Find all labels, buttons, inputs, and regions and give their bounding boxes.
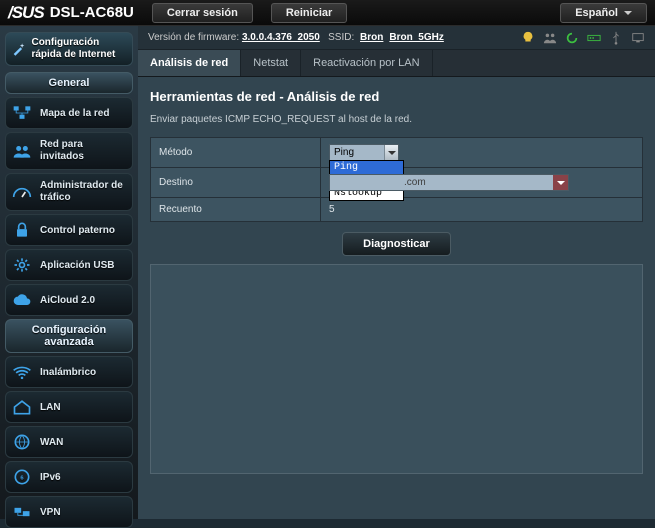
tab-wol[interactable]: Reactivación por LAN bbox=[301, 50, 432, 76]
sidebar-item-aicloud[interactable]: AiCloud 2.0 bbox=[5, 284, 133, 316]
wand-icon bbox=[12, 38, 25, 60]
destination-label: Destino bbox=[151, 168, 321, 198]
language-label: Español bbox=[575, 7, 618, 19]
sidebar-item-ipv6[interactable]: 6 IPv6 bbox=[5, 461, 133, 493]
method-select-value: Ping bbox=[334, 147, 354, 158]
wifi-icon bbox=[12, 363, 32, 381]
ssid-link-5g[interactable]: Bron_5GHz bbox=[389, 32, 443, 43]
section-advanced: Configuración avanzada bbox=[5, 319, 133, 353]
method-select[interactable]: Ping bbox=[329, 144, 399, 161]
chevron-down-icon[interactable] bbox=[553, 175, 568, 190]
people-icon[interactable] bbox=[543, 31, 557, 45]
sidebar-item-traffic[interactable]: Administrador de tráfico bbox=[5, 173, 133, 211]
model-name: DSL-AC68U bbox=[50, 4, 134, 21]
destination-input[interactable]: .com bbox=[329, 174, 569, 191]
section-general: General bbox=[5, 72, 133, 94]
sidebar-item-label: Mapa de la red bbox=[40, 108, 109, 119]
sidebar-item-wireless[interactable]: Inalámbrico bbox=[5, 356, 133, 388]
ssid-label: SSID: bbox=[328, 32, 354, 43]
sidebar-item-lan[interactable]: LAN bbox=[5, 391, 133, 423]
sidebar-item-label: Control paterno bbox=[40, 225, 115, 236]
gauge-icon bbox=[12, 183, 32, 201]
qis-button[interactable]: Configuración rápida de Internet bbox=[5, 32, 133, 66]
fw-version-link[interactable]: 3.0.0.4.376_2050 bbox=[242, 32, 320, 43]
language-selector[interactable]: Español bbox=[560, 3, 647, 23]
destination-placeholder: .com bbox=[404, 177, 426, 188]
sidebar-item-parental[interactable]: Control paterno bbox=[5, 214, 133, 246]
vpn-icon bbox=[12, 503, 32, 521]
bulb-icon[interactable] bbox=[521, 31, 535, 45]
qis-label: Configuración rápida de Internet bbox=[31, 37, 126, 61]
page-description: Enviar paquetes ICMP ECHO_REQUEST al hos… bbox=[150, 114, 643, 125]
ipv6-icon: 6 bbox=[12, 468, 32, 486]
diagnose-button[interactable]: Diagnosticar bbox=[342, 232, 451, 256]
chevron-down-icon bbox=[384, 145, 398, 160]
settings-icon bbox=[12, 256, 32, 274]
sidebar-item-usbapp[interactable]: Aplicación USB bbox=[5, 249, 133, 281]
guest-network-icon bbox=[12, 142, 32, 160]
home-icon bbox=[12, 398, 32, 416]
method-label: Método bbox=[151, 138, 321, 168]
sidebar-item-vpn[interactable]: VPN bbox=[5, 496, 133, 528]
output-box bbox=[150, 264, 643, 474]
lock-icon bbox=[12, 221, 32, 239]
sidebar-item-label: Administrador de tráfico bbox=[40, 180, 126, 204]
usb-icon[interactable] bbox=[609, 31, 623, 45]
sidebar-item-label: VPN bbox=[40, 507, 61, 518]
sidebar-item-label: Inalámbrico bbox=[40, 367, 96, 378]
svg-text:6: 6 bbox=[20, 476, 24, 482]
sidebar-item-label: LAN bbox=[40, 402, 61, 413]
wol-icon[interactable] bbox=[631, 31, 645, 45]
count-value[interactable]: 5 bbox=[329, 204, 335, 215]
tab-netstat[interactable]: Netstat bbox=[241, 50, 301, 76]
sidebar-item-label: Aplicación USB bbox=[40, 260, 114, 271]
sidebar-item-wan[interactable]: WAN bbox=[5, 426, 133, 458]
globe-icon bbox=[12, 433, 32, 451]
dsl-icon[interactable] bbox=[587, 31, 601, 45]
brand-logo: /SUS bbox=[8, 3, 44, 23]
reboot-button[interactable]: Reiniciar bbox=[271, 3, 347, 23]
sidebar-item-networkmap[interactable]: Mapa de la red bbox=[5, 97, 133, 129]
sidebar-item-guestnetwork[interactable]: Red para invitados bbox=[5, 132, 133, 170]
page-title: Herramientas de red - Análisis de red bbox=[150, 89, 643, 104]
refresh-icon[interactable] bbox=[565, 31, 579, 45]
network-map-icon bbox=[12, 104, 32, 122]
sidebar-item-label: WAN bbox=[40, 437, 63, 448]
sidebar-item-label: Red para invitados bbox=[40, 139, 126, 163]
cloud-icon bbox=[12, 291, 32, 309]
ssid-link-24g[interactable]: Bron bbox=[360, 32, 383, 43]
logout-button[interactable]: Cerrar sesión bbox=[152, 3, 253, 23]
tab-net-analysis[interactable]: Análisis de red bbox=[138, 50, 241, 76]
sidebar-item-label: AiCloud 2.0 bbox=[40, 295, 95, 306]
fw-label: Versión de firmware: bbox=[148, 32, 239, 43]
sidebar-item-label: IPv6 bbox=[40, 472, 61, 483]
chevron-down-icon bbox=[624, 11, 632, 15]
count-label: Recuento bbox=[151, 198, 321, 222]
